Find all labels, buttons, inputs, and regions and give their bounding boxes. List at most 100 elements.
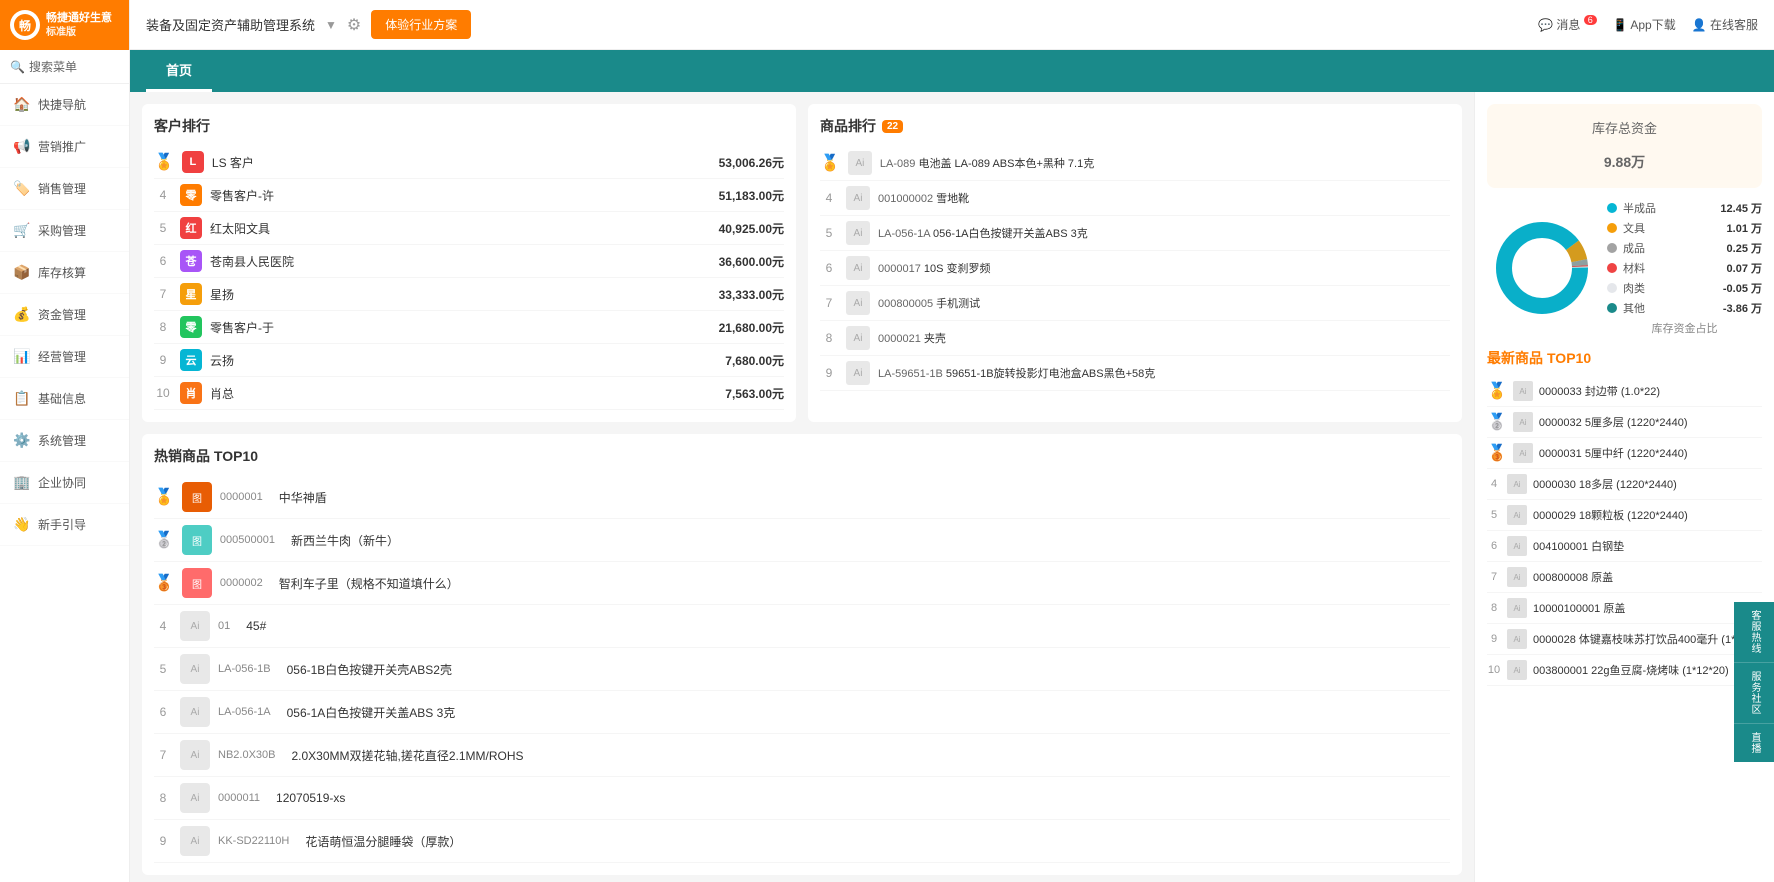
app-download[interactable]: 📱 App下载 [1613, 16, 1676, 33]
message-area[interactable]: 💬 消息 6 [1538, 16, 1597, 33]
new-product-image: Ai [1507, 505, 1527, 525]
sidebar-item-sales[interactable]: 🏷️ 销售管理 [0, 168, 129, 210]
customer-ranking-title: 客户排行 [154, 116, 784, 136]
enterprise-icon: 🏢 [14, 475, 30, 491]
svg-text:图: 图 [192, 493, 202, 505]
legend-item: 半成品 12.45 万 [1607, 200, 1762, 216]
legend-item: 成品 0.25 万 [1607, 240, 1762, 256]
customer-service-link[interactable]: 👤 在线客服 [1692, 16, 1758, 33]
product-info: LA-089 电池盖 LA-089 ABS本色+黑种 7.1克 [880, 155, 1450, 171]
customer-badge: 云 [180, 349, 202, 371]
product-ranking-title: 商品排行 22 [820, 116, 1450, 136]
hot-product-item: 8 Ai 0000011 12070519-xs [154, 777, 1450, 820]
purchase-icon: 🛒 [14, 223, 30, 239]
new-product-item: 9 Ai 0000028 体键嘉枝味苏打饮品400毫升 (1*15) [1487, 624, 1762, 655]
sidebar-logo: 畅 畅捷通好生意 标准版 [0, 0, 129, 50]
float-live-chat[interactable]: 直播 [1734, 724, 1774, 762]
new-product-item: 5 Ai 0000029 18颗粒板 (1220*2440) [1487, 500, 1762, 531]
hot-product-image: Ai [180, 783, 210, 813]
medal-icon: 🥈 [154, 530, 174, 550]
medal-icon: 🏅 [820, 153, 840, 173]
top-panels: 客户排行 🏅 L LS 客户 53,006.26元 4 零 零售客户-许 [142, 104, 1462, 422]
operations-icon: 📊 [14, 349, 30, 365]
new-product-image: Ai [1507, 474, 1527, 494]
hot-product-item: 🥈 图 000500001 新西兰牛肉（新牛） [154, 519, 1450, 562]
customer-badge: 零 [180, 184, 202, 206]
sidebar-item-quick-nav[interactable]: 🏠 快捷导航 [0, 84, 129, 126]
sidebar-item-inventory[interactable]: 📦 库存核算 [0, 252, 129, 294]
hot-product-item: 4 Ai 01 45# [154, 605, 1450, 648]
product-info: LA-056-1A 056-1A白色按键开关盖ABS 3克 [878, 225, 1450, 241]
hot-product-image: Ai [180, 826, 210, 856]
medal-icon: 🥉 [154, 573, 174, 593]
trial-button[interactable]: 体验行业方案 [371, 10, 471, 39]
new-products-section: 最新商品 TOP10 🏅 Ai 0000033 封边带 (1.0*22) 🥈 A… [1487, 348, 1762, 870]
medal-gold-icon: 🏅 [154, 152, 174, 172]
hot-product-image: Ai [180, 611, 210, 641]
legend-item: 材料 0.07 万 [1607, 260, 1762, 276]
sidebar-item-operations[interactable]: 📊 经营管理 [0, 336, 129, 378]
sidebar-search[interactable]: 🔍 搜索菜单 [0, 50, 129, 84]
sidebar-item-enterprise[interactable]: 🏢 企业协同 [0, 462, 129, 504]
sidebar-item-guide[interactable]: 👋 新手引导 [0, 504, 129, 546]
content: 客户排行 🏅 L LS 客户 53,006.26元 4 零 零售客户-许 [130, 92, 1774, 882]
product-image: Ai [846, 326, 870, 350]
inventory-chart: 半成品 12.45 万 文具 1.01 万 成品 0.25 万 [1487, 200, 1762, 336]
hot-product-item: 6 Ai LA-056-1A 056-1A白色按键开关盖ABS 3克 [154, 691, 1450, 734]
product-item: 6 Ai 0000017 10S 变刹罗频 [820, 251, 1450, 286]
ranking-item: 4 零 零售客户-许 51,183.00元 [154, 179, 784, 212]
legend-dot [1607, 303, 1617, 313]
svg-text:图: 图 [192, 579, 202, 591]
new-product-image: Ai [1507, 567, 1527, 587]
ranking-item: 5 红 红太阳文具 40,925.00元 [154, 212, 784, 245]
inventory-icon: 📦 [14, 265, 30, 281]
sidebar-menu: 🏠 快捷导航 📢 营销推广 🏷️ 销售管理 🛒 采购管理 📦 库存核算 💰 资金… [0, 84, 129, 882]
legend-item: 其他 -3.86 万 [1607, 300, 1762, 316]
sidebar-item-finance[interactable]: 💰 资金管理 [0, 294, 129, 336]
legend-item: 文具 1.01 万 [1607, 220, 1762, 236]
hot-product-image: 图 [182, 482, 212, 512]
guide-icon: 👋 [14, 517, 30, 533]
new-product-image: Ai [1507, 536, 1527, 556]
logo-icon: 畅 [10, 10, 40, 40]
hot-product-image: 图 [182, 568, 212, 598]
product-image: Ai [846, 291, 870, 315]
right-panel: 库存总资金 9.88万 [1474, 92, 1774, 882]
new-product-image: Ai [1507, 629, 1527, 649]
new-products-title: 最新商品 TOP10 [1487, 348, 1762, 368]
ranking-item: 8 零 零售客户-于 21,680.00元 [154, 311, 784, 344]
float-customer-service[interactable]: 客服热线 [1734, 602, 1774, 663]
ranking-item: 6 苍 苍南县人民医院 36,600.00元 [154, 245, 784, 278]
sidebar-item-purchase[interactable]: 🛒 采购管理 [0, 210, 129, 252]
customer-badge: L [182, 151, 204, 173]
product-ranking-panel: 商品排行 22 🏅 Ai LA-089 电池盖 LA-089 ABS本色+黑种 … [808, 104, 1462, 422]
legend-dot [1607, 223, 1617, 233]
sidebar-item-system[interactable]: ⚙️ 系统管理 [0, 420, 129, 462]
system-name: 装备及固定资产辅助管理系统 [146, 15, 315, 34]
new-product-item: 🥈 Ai 0000032 5厘多层 (1220*2440) [1487, 407, 1762, 438]
topbar-right: 💬 消息 6 📱 App下载 👤 在线客服 [1538, 16, 1758, 33]
ranking-item: 10 肖 肖总 7,563.00元 [154, 377, 784, 410]
topbar: 装备及固定资产辅助管理系统 ▼ ⚙ 体验行业方案 💬 消息 6 📱 App下载 … [130, 0, 1774, 50]
basic-info-icon: 📋 [14, 391, 30, 407]
hot-product-image: 图 [182, 525, 212, 555]
marketing-icon: 📢 [14, 139, 30, 155]
sidebar-item-marketing[interactable]: 📢 营销推广 [0, 126, 129, 168]
product-info: 001000002 雪地靴 [878, 190, 1450, 206]
product-info: 000800005 手机测试 [878, 295, 1450, 311]
product-info: 0000021 夹壳 [878, 330, 1450, 346]
new-product-image: Ai [1513, 381, 1533, 401]
dropdown-icon[interactable]: ▼ [325, 18, 337, 32]
tab-home[interactable]: 首页 [146, 50, 212, 92]
product-image: Ai [846, 186, 870, 210]
ranking-item: 7 星 星扬 33,333.00元 [154, 278, 784, 311]
svg-text:畅: 畅 [19, 18, 31, 33]
new-product-image: Ai [1507, 598, 1527, 618]
ranking-item: 9 云 云扬 7,680.00元 [154, 344, 784, 377]
sidebar-item-basic-info[interactable]: 📋 基础信息 [0, 378, 129, 420]
medal-icon: 🥉 [1487, 443, 1507, 463]
hot-products-panel: 热销商品 TOP10 🏅 图 0000001 中华神盾 🥈 图 00050000… [142, 434, 1462, 875]
float-service-community[interactable]: 服务社区 [1734, 663, 1774, 724]
gear-icon[interactable]: ⚙ [347, 15, 361, 35]
hot-product-item: 9 Ai KK-SD22110H 花语萌恒温分腿睡袋（厚款） [154, 820, 1450, 863]
